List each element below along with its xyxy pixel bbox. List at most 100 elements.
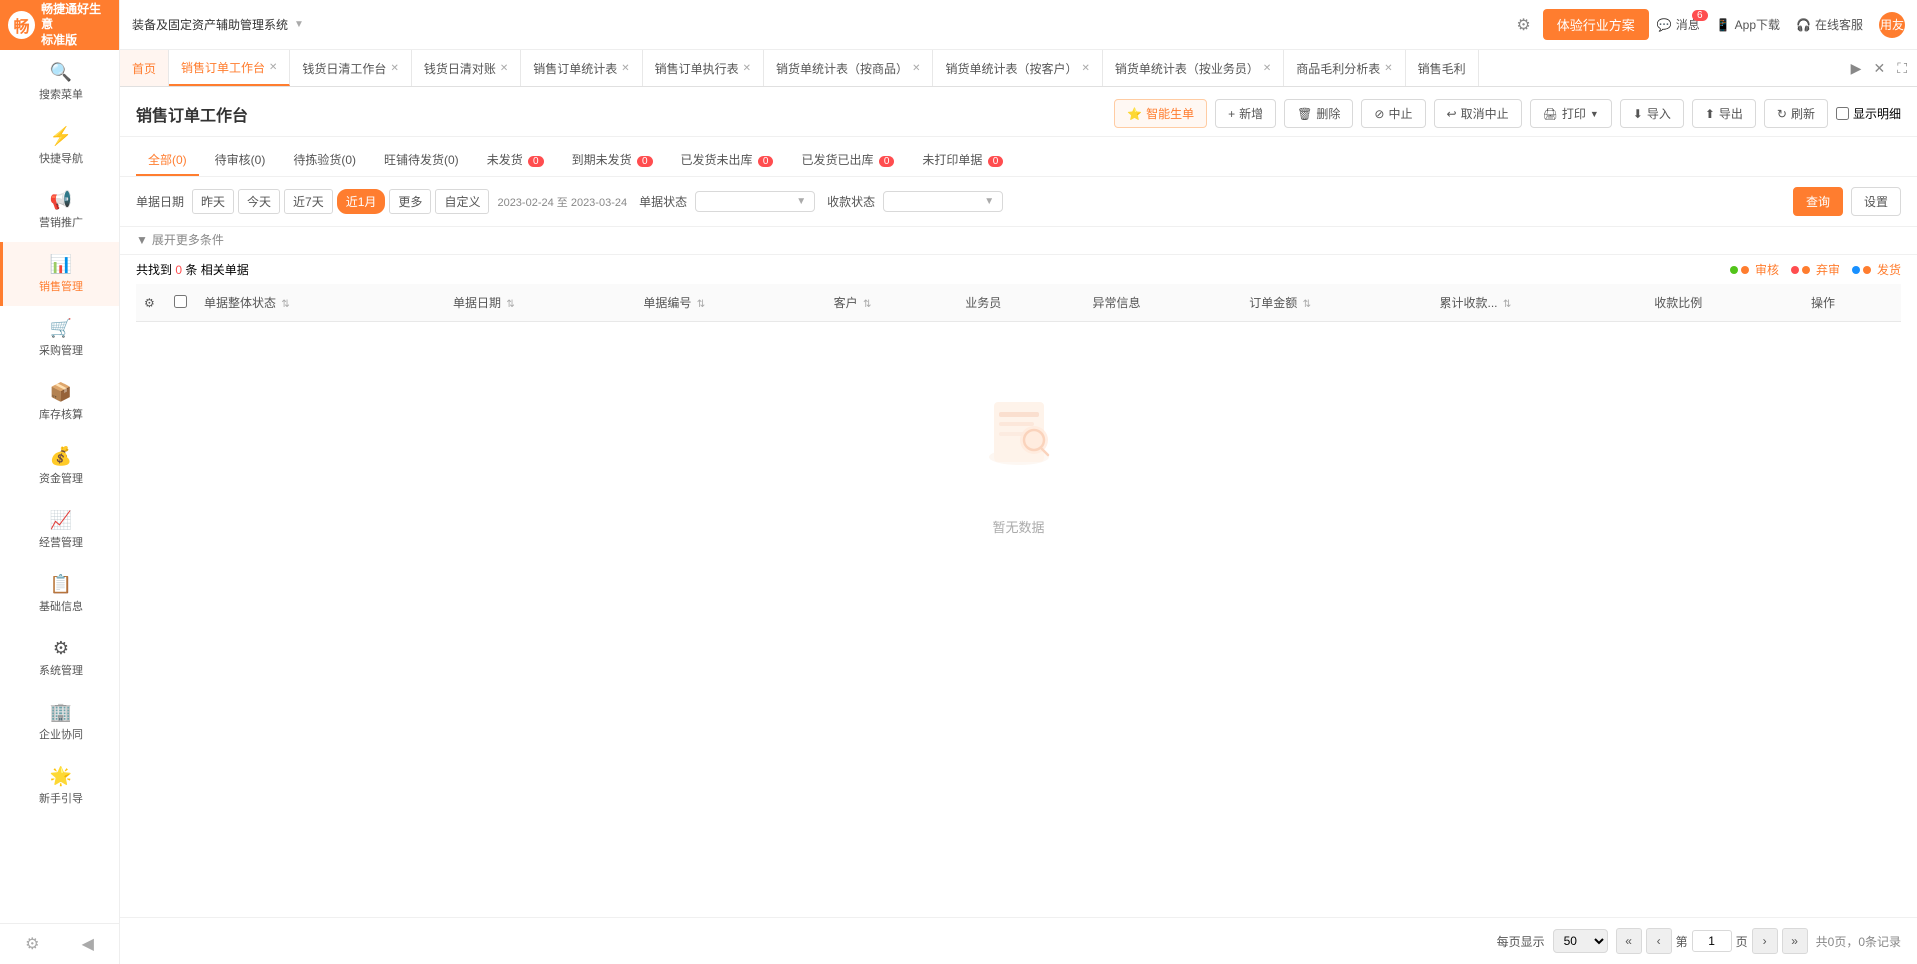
title-dropdown-arrow[interactable]: ▼	[294, 19, 304, 30]
subtab-shipped-stocked[interactable]: 已发货已出库 0	[789, 145, 906, 176]
subtab-not-printed[interactable]: 未打印单据 0	[910, 145, 1015, 176]
messages-btn[interactable]: 💬 消息 6	[1657, 16, 1700, 33]
withdraw-btn[interactable]: 弃审	[1791, 261, 1840, 278]
subtab-shipped-not-stocked[interactable]: 已发货未出库 0	[669, 145, 786, 176]
sort-icon[interactable]: ⇅	[863, 299, 871, 310]
next-page-btn[interactable]: ›	[1752, 928, 1778, 954]
per-page-select[interactable]: 50 100 200	[1553, 929, 1608, 953]
cancel-stop-btn[interactable]: ↩ 取消中止	[1434, 99, 1522, 128]
subtab-pending-review[interactable]: 待审核(0)	[203, 145, 278, 176]
topbar-settings-icon[interactable]: ⚙	[1516, 15, 1530, 35]
th-checkbox[interactable]	[166, 284, 196, 322]
doc-status-select[interactable]: ▼	[695, 191, 815, 212]
tab-label: 销货单统计表（按客户）	[945, 60, 1077, 77]
close-icon[interactable]: ✕	[743, 63, 751, 74]
page-number-input[interactable]	[1692, 930, 1732, 952]
tab-sales-workbench[interactable]: 销售订单工作台 ✕	[169, 50, 290, 86]
tab-fullscreen-icon[interactable]: ⛶	[1893, 58, 1911, 79]
sidebar-item-finance[interactable]: 💰 资金管理	[0, 434, 119, 498]
date-btn-today[interactable]: 今天	[238, 189, 280, 214]
online-service-btn[interactable]: 🎧 在线客服	[1796, 16, 1863, 33]
close-icon[interactable]: ✕	[1263, 63, 1271, 74]
subtab-overdue-not-shipped[interactable]: 到期未发货 0	[560, 145, 665, 176]
tab-sales-exec[interactable]: 销售订单执行表 ✕	[643, 50, 764, 86]
subtab-pending-inspection[interactable]: 待拣验货(0)	[281, 145, 368, 176]
date-btn-1month[interactable]: 近1月	[337, 189, 386, 214]
tab-cash-daily[interactable]: 钱货日清工作台 ✕	[290, 50, 411, 86]
print-dropdown-icon[interactable]: ▼	[1590, 109, 1599, 119]
sidebar-item-quick-nav[interactable]: ⚡ 快捷导航	[0, 114, 119, 178]
last-page-btn[interactable]: »	[1782, 928, 1808, 954]
export-btn[interactable]: ⬆ 导出	[1692, 99, 1756, 128]
date-quick-btns: 昨天 今天 近7天 近1月 更多 自定义	[192, 189, 489, 214]
settings-btn[interactable]: 设置	[1851, 187, 1901, 216]
first-page-btn[interactable]: «	[1616, 928, 1642, 954]
sort-icon[interactable]: ⇅	[506, 299, 514, 310]
query-btn[interactable]: 查询	[1793, 187, 1843, 216]
ship-btn[interactable]: 发货	[1852, 261, 1901, 278]
show-detail-label[interactable]: 显示明细	[1836, 105, 1901, 122]
sort-icon[interactable]: ⇅	[1303, 299, 1311, 310]
expand-filter-btn[interactable]: ▼ 展开更多条件	[136, 231, 1901, 248]
date-btn-7days[interactable]: 近7天	[284, 189, 333, 214]
sort-icon[interactable]: ⇅	[281, 299, 289, 310]
settings-footer-icon[interactable]: ⚙	[25, 934, 39, 954]
th-receipt-ratio: 收款比例	[1646, 284, 1803, 322]
select-all-checkbox[interactable]	[174, 295, 187, 308]
close-icon[interactable]: ✕	[912, 63, 920, 74]
sidebar-item-search[interactable]: 🔍 搜索菜单	[0, 50, 119, 114]
show-detail-checkbox[interactable]	[1836, 107, 1849, 120]
add-btn[interactable]: + 新增	[1215, 99, 1276, 128]
tab-sales-staff-stats[interactable]: 销货单统计表（按业务员） ✕	[1103, 50, 1284, 86]
date-btn-custom[interactable]: 自定义	[435, 189, 489, 214]
th-cumulative-receipt: 累计收款... ⇅	[1432, 284, 1647, 322]
date-btn-yesterday[interactable]: 昨天	[192, 189, 234, 214]
sidebar-item-sales[interactable]: 📊 销售管理	[0, 242, 119, 306]
print-btn[interactable]: 🖨 打印 ▼	[1530, 99, 1612, 128]
tab-close-all-icon[interactable]: ✕	[1869, 58, 1889, 79]
close-icon[interactable]: ✕	[1081, 63, 1089, 74]
user-btn[interactable]: 用友	[1879, 12, 1905, 38]
megaphone-icon: 📢	[50, 190, 72, 211]
sidebar-item-basic-info[interactable]: 📋 基础信息	[0, 562, 119, 626]
sort-icon[interactable]: ⇅	[697, 299, 705, 310]
sidebar-item-enterprise[interactable]: 🏢 企业协同	[0, 690, 119, 754]
tab-cash-reconcile[interactable]: 钱货日清对账 ✕	[412, 50, 521, 86]
tab-sales-more[interactable]: 销售毛利	[1406, 50, 1479, 86]
close-icon[interactable]: ✕	[500, 63, 508, 74]
close-icon[interactable]: ✕	[269, 62, 277, 73]
sidebar-item-marketing[interactable]: 📢 营销推广	[0, 178, 119, 242]
close-icon[interactable]: ✕	[1384, 63, 1392, 74]
tab-sales-stats[interactable]: 销售订单统计表 ✕	[521, 50, 642, 86]
close-icon[interactable]: ✕	[390, 63, 398, 74]
app-download-btn[interactable]: 📱 App下载	[1716, 16, 1780, 33]
sort-icon[interactable]: ⇅	[1503, 299, 1511, 310]
sidebar-item-inventory[interactable]: 📦 库存核算	[0, 370, 119, 434]
date-btn-more[interactable]: 更多	[389, 189, 431, 214]
subtab-all[interactable]: 全部(0)	[136, 145, 199, 176]
delete-btn[interactable]: 🗑 删除	[1284, 99, 1353, 128]
tab-sales-customer-stats[interactable]: 销货单统计表（按客户） ✕	[933, 50, 1102, 86]
audit-btn[interactable]: 审核	[1730, 261, 1779, 278]
tab-sales-product-stats[interactable]: 销货单统计表（按商品） ✕	[764, 50, 933, 86]
sidebar-item-purchase[interactable]: 🛒 采购管理	[0, 306, 119, 370]
payment-status-select[interactable]: ▼	[883, 191, 1003, 212]
import-btn[interactable]: ⬇ 导入	[1620, 99, 1684, 128]
tab-nav-right-icon[interactable]: ▶	[1847, 58, 1866, 79]
sidebar-item-operations[interactable]: 📈 经营管理	[0, 498, 119, 562]
sidebar-item-guide[interactable]: 🌟 新手引导	[0, 754, 119, 818]
collapse-icon[interactable]: ◀	[82, 934, 94, 954]
subtab-wangpu-pending[interactable]: 旺铺待发货(0)	[372, 145, 471, 176]
prev-page-btn[interactable]: ‹	[1646, 928, 1672, 954]
refresh-btn[interactable]: ↻ 刷新	[1764, 99, 1828, 128]
close-icon[interactable]: ✕	[621, 63, 629, 74]
th-settings[interactable]: ⚙	[136, 284, 166, 322]
tab-home[interactable]: 首页	[120, 50, 169, 86]
smart-generate-btn[interactable]: ⭐ 智能生单	[1114, 99, 1207, 128]
table-container: ⚙ 单据整体状态 ⇅ 单据日期 ⇅	[120, 284, 1917, 917]
tab-product-margin[interactable]: 商品毛利分析表 ✕	[1284, 50, 1405, 86]
stop-btn[interactable]: ⊘ 中止	[1361, 99, 1425, 128]
sidebar-item-system[interactable]: ⚙ 系统管理	[0, 626, 119, 690]
subtab-not-shipped[interactable]: 未发货 0	[475, 145, 556, 176]
industry-btn[interactable]: 体验行业方案	[1543, 9, 1649, 40]
